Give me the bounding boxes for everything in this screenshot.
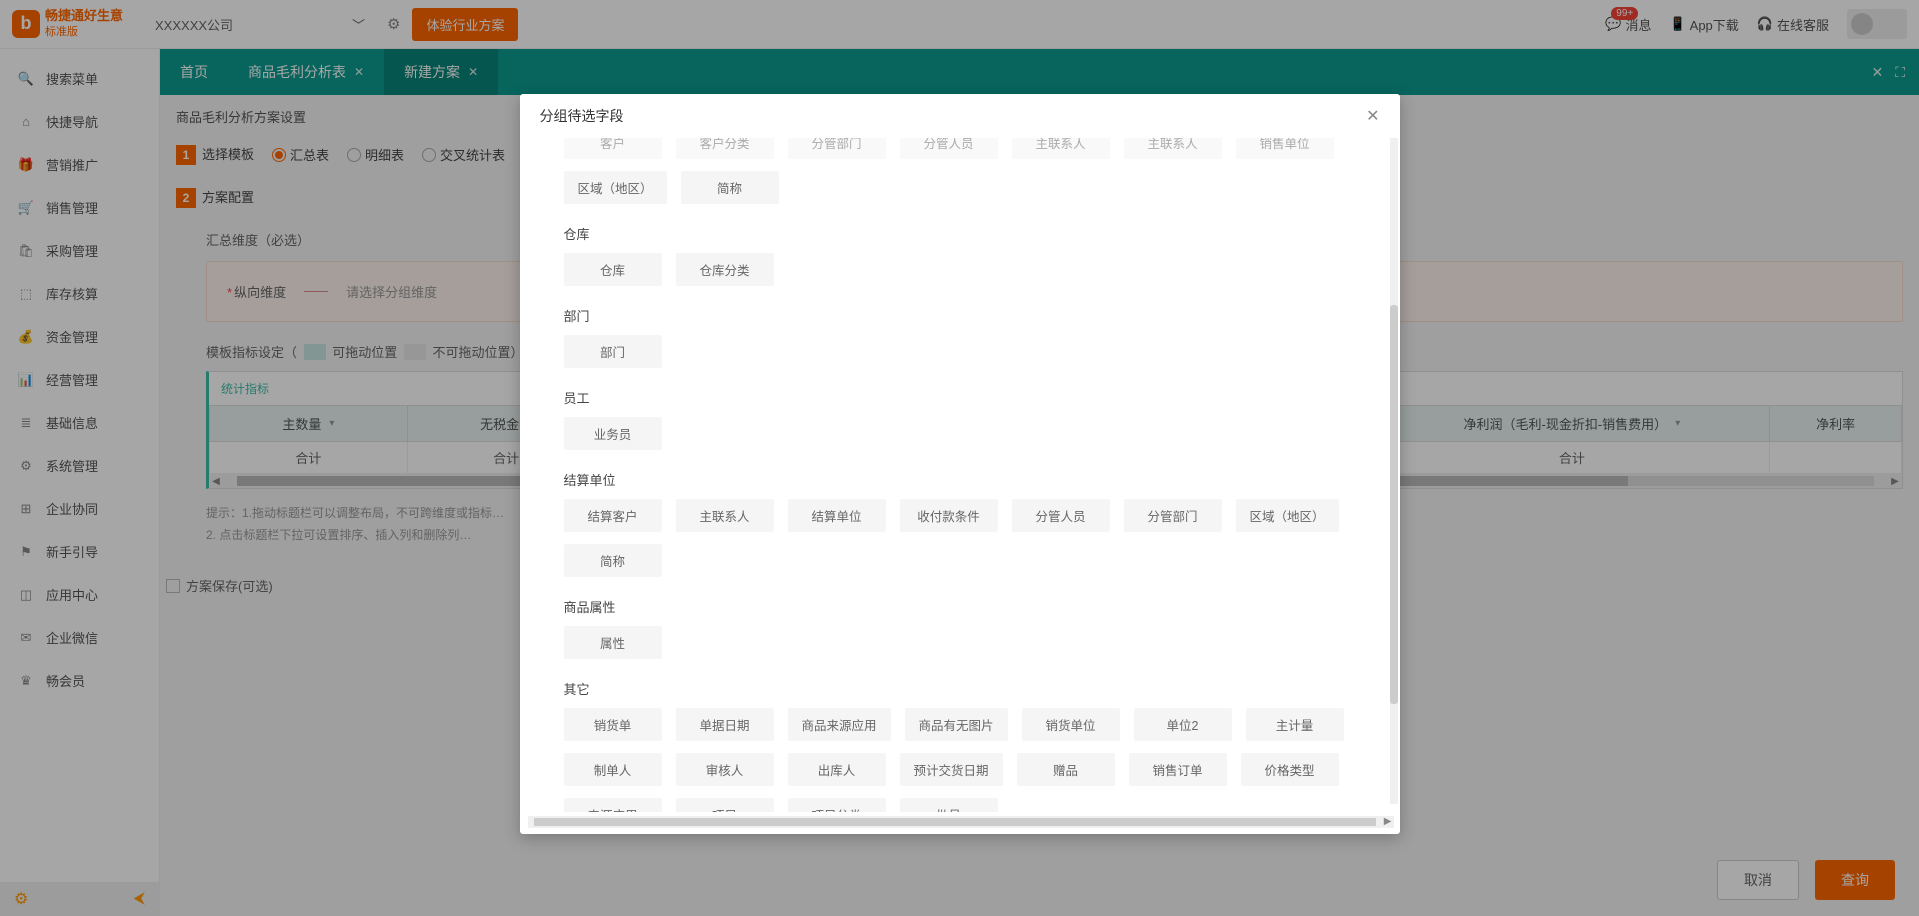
group-settle: 结算单位 (564, 470, 1372, 489)
field-chips-other-2: 制单人 审核人 出库人 预计交货日期 赠品 销售订单 价格类型 (564, 753, 1372, 786)
field-chips-settle: 结算客户 主联系人 结算单位 收付款条件 分管人员 分管部门 区域（地区） (564, 499, 1372, 532)
field-chips-row: 区域（地区） 简称 (564, 171, 1372, 204)
field-chip[interactable]: 仓库分类 (676, 253, 774, 286)
field-chip[interactable]: 结算客户 (564, 499, 662, 532)
field-chip[interactable]: 商品来源应用 (788, 708, 891, 741)
field-chip[interactable]: 主计量 (1246, 708, 1344, 741)
partial-top-row: 客户 客户分类 分管部门 分管人员 主联系人 主联系人 销售单位 (564, 138, 1372, 159)
field-chip[interactable]: 仓库 (564, 253, 662, 286)
field-chip[interactable]: 区域（地区） (1236, 499, 1339, 532)
field-chip[interactable]: 价格类型 (1241, 753, 1339, 786)
modal-horizontal-scrollbar[interactable]: ▶ (528, 816, 1394, 828)
scroll-thumb[interactable] (534, 818, 1376, 826)
modal-vertical-scrollbar[interactable] (1390, 138, 1398, 804)
field-chip[interactable]: 赠品 (1017, 753, 1115, 786)
field-chip[interactable]: 销售订单 (1129, 753, 1227, 786)
field-chip[interactable]: 单位2 (1134, 708, 1232, 741)
field-chips-warehouse: 仓库 仓库分类 (564, 253, 1372, 286)
field-chip[interactable]: 收付款条件 (900, 499, 998, 532)
field-chip[interactable]: 简称 (681, 171, 779, 204)
modal-body: 客户 客户分类 分管部门 分管人员 主联系人 主联系人 销售单位 区域（地区） … (520, 138, 1400, 812)
field-chips-other-1: 销货单 单据日期 商品来源应用 商品有无图片 销货单位 单位2 主计量 (564, 708, 1372, 741)
field-chip[interactable]: 客户分类 (676, 138, 774, 159)
field-chip[interactable]: 主联系人 (1124, 138, 1222, 159)
field-chips-dept: 部门 (564, 335, 1372, 368)
field-chip[interactable]: 简称 (564, 544, 662, 577)
field-chips-employee: 业务员 (564, 417, 1372, 450)
field-chip[interactable]: 销售单位 (1236, 138, 1334, 159)
field-chip[interactable]: 来源应用 (564, 798, 662, 812)
group-dept: 部门 (564, 306, 1372, 325)
field-chip[interactable]: 出库人 (788, 753, 886, 786)
field-chip[interactable]: 销货单 (564, 708, 662, 741)
field-chip[interactable]: 属性 (564, 626, 662, 659)
field-chip[interactable]: 分管人员 (1012, 499, 1110, 532)
field-chip[interactable]: 客户 (564, 138, 662, 159)
field-chip[interactable]: 业务员 (564, 417, 662, 450)
field-chips-attr: 属性 (564, 626, 1372, 659)
field-chip[interactable]: 结算单位 (788, 499, 886, 532)
field-chip[interactable]: 项目分类 (788, 798, 886, 812)
field-selector-modal: 分组待选字段 ✕ 客户 客户分类 分管部门 分管人员 主联系人 主联系人 销售单… (520, 94, 1400, 834)
field-chip[interactable]: 单据日期 (676, 708, 774, 741)
field-chip[interactable]: 审核人 (676, 753, 774, 786)
field-chip[interactable]: 主联系人 (1012, 138, 1110, 159)
field-chip[interactable]: 商品有无图片 (905, 708, 1008, 741)
scroll-thumb[interactable] (1390, 305, 1398, 705)
field-chips-settle-2: 简称 (564, 544, 1372, 577)
modal-overlay[interactable]: 分组待选字段 ✕ 客户 客户分类 分管部门 分管人员 主联系人 主联系人 销售单… (0, 0, 1919, 916)
field-chip[interactable]: 制单人 (564, 753, 662, 786)
close-icon[interactable]: ✕ (1366, 106, 1379, 126)
field-chip[interactable]: 分管部门 (1124, 499, 1222, 532)
group-employee: 员工 (564, 388, 1372, 407)
scroll-right-icon[interactable]: ▶ (1384, 816, 1392, 827)
group-other: 其它 (564, 679, 1372, 698)
field-chip[interactable]: 区域（地区） (564, 171, 667, 204)
field-chip[interactable]: 项目 (676, 798, 774, 812)
field-chip[interactable]: 分管部门 (788, 138, 886, 159)
field-chip[interactable]: 批号 (900, 798, 998, 812)
modal-title: 分组待选字段 (540, 106, 624, 126)
modal-header: 分组待选字段 ✕ (520, 94, 1400, 138)
field-chip[interactable]: 预计交货日期 (900, 753, 1003, 786)
field-chips-other-3: 来源应用 项目 项目分类 批号 (564, 798, 1372, 812)
field-chip[interactable]: 销货单位 (1022, 708, 1120, 741)
field-chip[interactable]: 主联系人 (676, 499, 774, 532)
group-attr: 商品属性 (564, 597, 1372, 616)
group-warehouse: 仓库 (564, 224, 1372, 243)
field-chip[interactable]: 分管人员 (900, 138, 998, 159)
field-chip[interactable]: 部门 (564, 335, 662, 368)
